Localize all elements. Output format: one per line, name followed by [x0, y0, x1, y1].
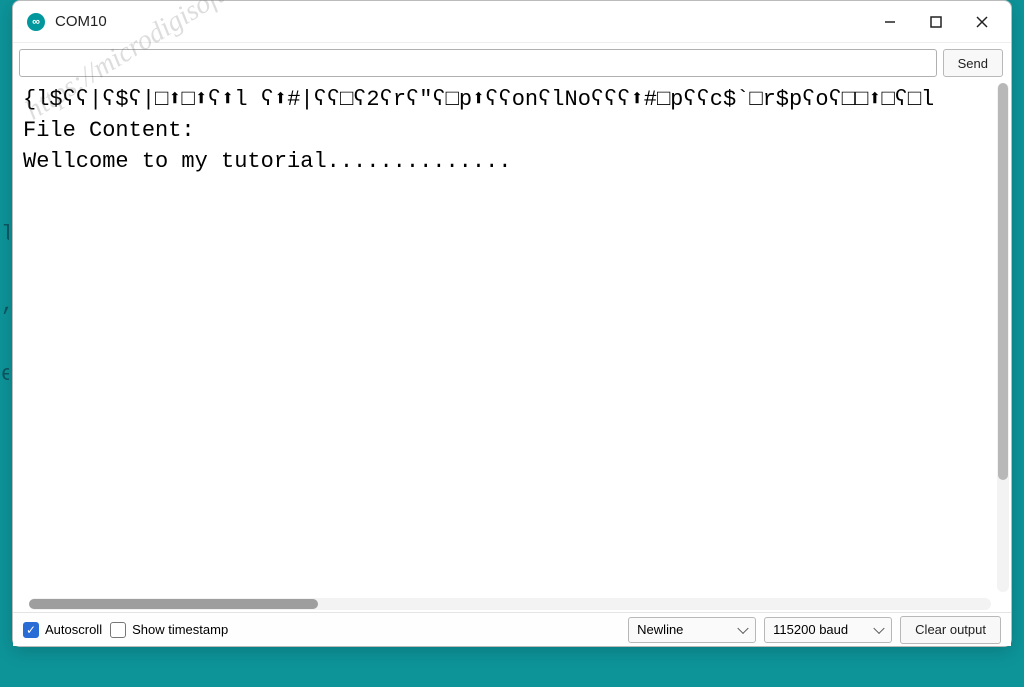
- horizontal-scrollbar-thumb[interactable]: [29, 599, 318, 609]
- vertical-scrollbar[interactable]: [997, 83, 1009, 592]
- line-ending-select[interactable]: Newline: [628, 617, 756, 643]
- clear-output-button[interactable]: Clear output: [900, 616, 1001, 644]
- console-area: {l$ʕʕ|ʕ$ʕ|□⬆□⬆ʕ⬆l ʕ⬆#|ʕʕ□ʕ2ʕrʕ"ʕ□p⬆ʕʕonʕ…: [19, 83, 1009, 612]
- horizontal-scrollbar[interactable]: [29, 598, 991, 610]
- console-line: {l$ʕʕ|ʕ$ʕ|□⬆□⬆ʕ⬆l ʕ⬆#|ʕʕ□ʕ2ʕrʕ"ʕ□p⬆ʕʕonʕ…: [23, 87, 934, 112]
- checkbox-icon: [110, 622, 126, 638]
- console-line: Wellcome to my tutorial..............: [23, 149, 511, 174]
- timestamp-checkbox[interactable]: Show timestamp: [110, 622, 228, 638]
- minimize-button[interactable]: [867, 6, 913, 38]
- baud-rate-select[interactable]: 115200 baud: [764, 617, 892, 643]
- maximize-button[interactable]: [913, 6, 959, 38]
- serial-monitor-window: ∞ COM10 Send {l$ʕʕ|ʕ$ʕ|□⬆□⬆ʕ⬆l ʕ⬆#|ʕʕ□ʕ2…: [12, 0, 1012, 647]
- autoscroll-label: Autoscroll: [45, 622, 102, 637]
- console-output: {l$ʕʕ|ʕ$ʕ|□⬆□⬆ʕ⬆l ʕ⬆#|ʕʕ□ʕ2ʕrʕ"ʕ□p⬆ʕʕonʕ…: [19, 83, 997, 612]
- baud-rate-value: 115200 baud: [773, 622, 848, 637]
- footer-bar: Autoscroll Show timestamp Newline 115200…: [13, 612, 1011, 646]
- titlebar: ∞ COM10: [13, 1, 1011, 43]
- close-button[interactable]: [959, 6, 1005, 38]
- line-ending-value: Newline: [637, 622, 683, 637]
- arduino-icon: ∞: [27, 13, 45, 31]
- timestamp-label: Show timestamp: [132, 622, 228, 637]
- send-row: Send: [13, 43, 1011, 83]
- serial-input[interactable]: [19, 49, 937, 77]
- background-code-peek: l , e: [1, 200, 9, 410]
- window-title: COM10: [55, 13, 867, 30]
- console-line: File Content:: [23, 118, 195, 143]
- checkbox-icon: [23, 622, 39, 638]
- autoscroll-checkbox[interactable]: Autoscroll: [23, 622, 102, 638]
- send-button[interactable]: Send: [943, 49, 1003, 77]
- vertical-scrollbar-thumb[interactable]: [998, 83, 1008, 480]
